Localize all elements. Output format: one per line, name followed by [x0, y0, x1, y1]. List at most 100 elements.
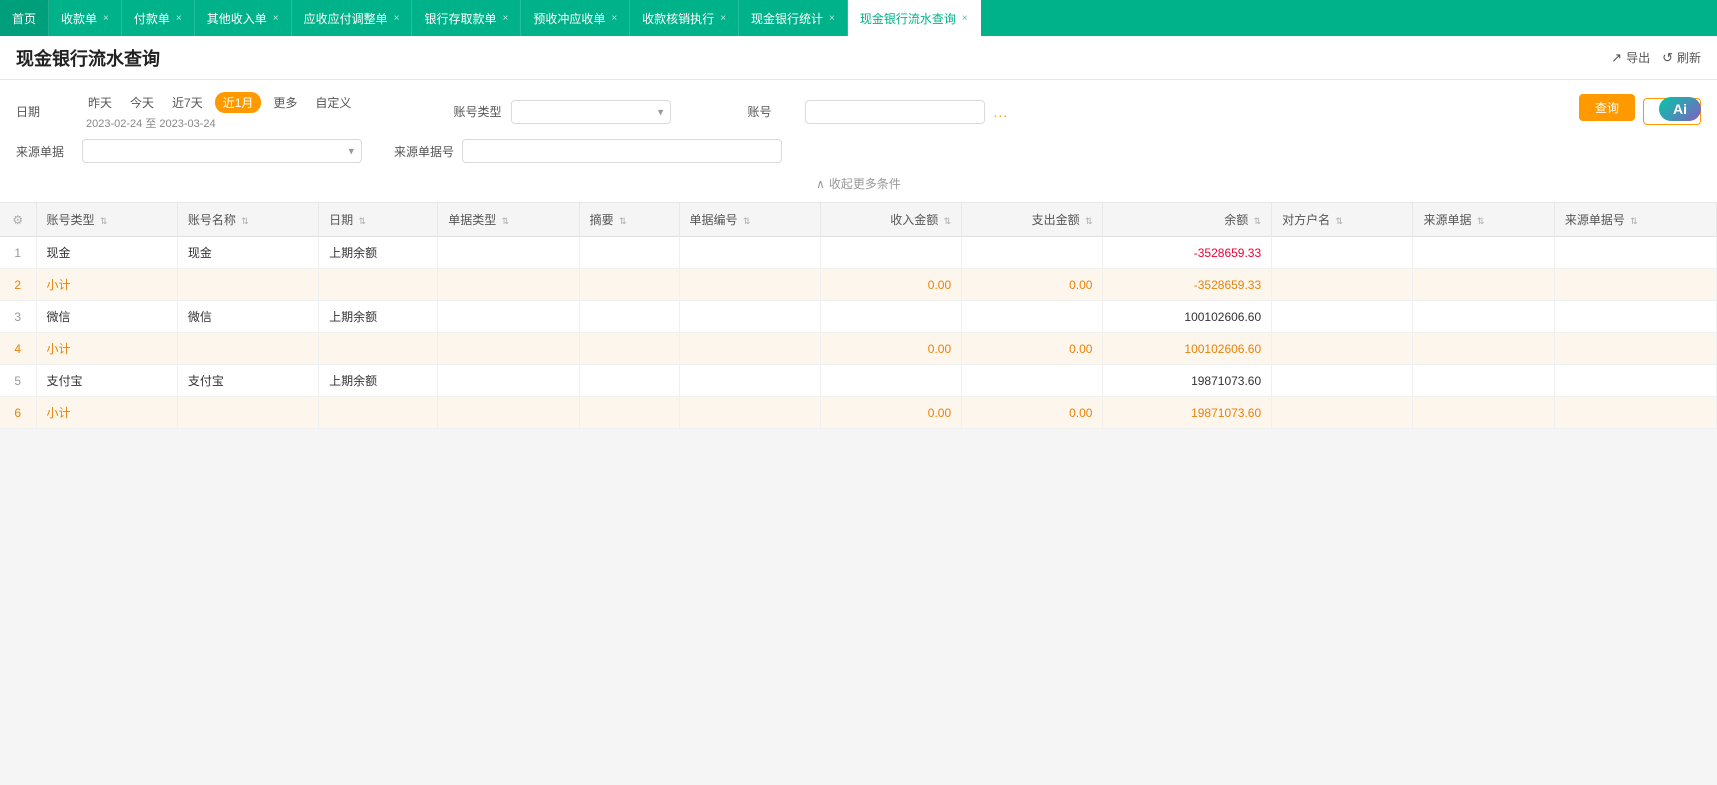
cell-doc-no	[679, 397, 820, 429]
close-icon[interactable]: ×	[720, 13, 726, 24]
account-type-label: 账号类型	[453, 103, 503, 120]
export-icon: ↗	[1611, 50, 1622, 66]
col-doc-type[interactable]: 单据类型 ⇅	[438, 203, 579, 237]
col-source-doc[interactable]: 来源单据 ⇅	[1413, 203, 1554, 237]
date-btn-yesterday[interactable]: 昨天	[82, 92, 118, 113]
nav-tab-cash-bank-stats[interactable]: 现金银行统计 ×	[739, 0, 848, 36]
cell-account-type: 支付宝	[36, 365, 177, 397]
cell-balance: -3528659.33	[1103, 237, 1272, 269]
cell-doc-type	[438, 365, 579, 397]
col-source-doc-no[interactable]: 来源单据号 ⇅	[1554, 203, 1716, 237]
account-type-select-wrapper	[511, 100, 671, 124]
cell-account-name: 现金	[177, 237, 318, 269]
col-counterparty[interactable]: 对方户名 ⇅	[1272, 203, 1413, 237]
query-button[interactable]: 查询	[1579, 94, 1635, 121]
refresh-icon: ↺	[1662, 50, 1673, 66]
col-account-name[interactable]: 账号名称 ⇅	[177, 203, 318, 237]
source-doc-no-input[interactable]	[462, 139, 782, 163]
nav-tab-other-income[interactable]: 其他收入单 ×	[195, 0, 292, 36]
table-body: 1 现金 现金 上期余额 -3528659.33 2 小计 0.00 0.00 …	[0, 237, 1717, 429]
table-row: 4 小计 0.00 0.00 100102606.60	[0, 333, 1717, 365]
close-icon[interactable]: ×	[394, 13, 400, 24]
col-income[interactable]: 收入金额 ⇅	[820, 203, 961, 237]
cell-income: 0.00	[820, 333, 961, 365]
cell-source-doc	[1413, 333, 1554, 365]
sort-icon: ⇅	[1085, 216, 1093, 226]
close-icon[interactable]: ×	[962, 13, 968, 24]
close-icon[interactable]: ×	[611, 13, 617, 24]
close-icon[interactable]: ×	[502, 13, 508, 24]
cell-date: 上期余额	[319, 365, 438, 397]
filter-account: 账号 ...	[747, 100, 1008, 124]
refresh-button[interactable]: ↺ 刷新	[1662, 49, 1701, 66]
sort-icon: ⇅	[1630, 216, 1638, 226]
cell-account-name	[177, 269, 318, 301]
ai-button[interactable]: Ai	[1659, 97, 1701, 121]
cell-income: 0.00	[820, 397, 961, 429]
cell-doc-type	[438, 269, 579, 301]
cell-summary	[579, 365, 679, 397]
sort-icon: ⇅	[1336, 216, 1344, 226]
collapse-icon: ∧	[816, 177, 825, 191]
date-btn-custom[interactable]: 自定义	[309, 92, 357, 113]
sort-icon: ⇅	[241, 216, 249, 226]
source-doc-select[interactable]	[82, 139, 362, 163]
filter-row-date: 日期 昨天 今天 近7天 近1月 更多 自定义 2023-02-24 至 202…	[16, 92, 1563, 131]
filter-row-source: 来源单据 来源单据号	[16, 139, 1563, 163]
cell-account-name	[177, 333, 318, 365]
date-btn-more[interactable]: 更多	[267, 92, 303, 113]
collapse-bar[interactable]: ∧ 收起更多条件	[16, 171, 1701, 194]
col-date[interactable]: 日期 ⇅	[319, 203, 438, 237]
close-icon[interactable]: ×	[273, 13, 279, 24]
date-options: 昨天 今天 近7天 近1月 更多 自定义	[82, 92, 357, 113]
cell-balance: 19871073.60	[1103, 397, 1272, 429]
date-btn-today[interactable]: 今天	[124, 92, 160, 113]
account-type-select[interactable]	[511, 100, 671, 124]
row-number: 3	[0, 301, 36, 333]
close-icon[interactable]: ×	[176, 13, 182, 24]
account-ellipsis-button[interactable]: ...	[993, 104, 1008, 120]
sort-icon: ⇅	[619, 216, 627, 226]
cell-source-doc-no	[1554, 365, 1716, 397]
data-table-wrapper: ⚙ 账号类型 ⇅ 账号名称 ⇅ 日期 ⇅ 单据类型 ⇅	[0, 203, 1717, 429]
col-doc-no[interactable]: 单据编号 ⇅	[679, 203, 820, 237]
source-doc-select-wrapper	[82, 139, 362, 163]
cell-summary	[579, 237, 679, 269]
account-input[interactable]	[805, 100, 985, 124]
col-summary[interactable]: 摘要 ⇅	[579, 203, 679, 237]
cell-source-doc	[1413, 237, 1554, 269]
col-expense[interactable]: 支出金额 ⇅	[962, 203, 1103, 237]
sort-icon: ⇅	[944, 216, 952, 226]
close-icon[interactable]: ×	[829, 13, 835, 24]
close-icon[interactable]: ×	[103, 13, 109, 24]
cell-account-type: 小计	[36, 269, 177, 301]
cell-account-type: 小计	[36, 397, 177, 429]
nav-tab-prepay-offset[interactable]: 预收冲应收单 ×	[521, 0, 630, 36]
cell-expense: 0.00	[962, 397, 1103, 429]
date-label: 日期	[16, 103, 66, 120]
row-number: 5	[0, 365, 36, 397]
cell-summary	[579, 269, 679, 301]
page-header: 现金银行流水查询 ↗ 导出 ↺ 刷新	[0, 36, 1717, 80]
nav-tab-receipt-verify[interactable]: 收款核销执行 ×	[630, 0, 739, 36]
row-number: 2	[0, 269, 36, 301]
col-account-type[interactable]: 账号类型 ⇅	[36, 203, 177, 237]
header-actions: ↗ 导出 ↺ 刷新	[1611, 49, 1701, 66]
export-button[interactable]: ↗ 导出	[1611, 49, 1650, 66]
filter-account-type: 账号类型	[453, 100, 671, 124]
table-row: 5 支付宝 支付宝 上期余额 19871073.60	[0, 365, 1717, 397]
nav-tab-cash-bank-flow[interactable]: 现金银行流水查询 ×	[848, 0, 981, 36]
date-btn-1month[interactable]: 近1月	[215, 92, 262, 113]
cell-source-doc-no	[1554, 397, 1716, 429]
nav-tab-payment[interactable]: 付款单 ×	[122, 0, 195, 36]
col-balance[interactable]: 余额 ⇅	[1103, 203, 1272, 237]
col-gear[interactable]: ⚙	[0, 203, 36, 237]
nav-tab-home[interactable]: 首页	[0, 0, 49, 36]
cell-source-doc-no	[1554, 269, 1716, 301]
page-title: 现金银行流水查询	[16, 45, 160, 71]
nav-tab-adjustment[interactable]: 应收应付调整单 ×	[292, 0, 413, 36]
cell-account-name	[177, 397, 318, 429]
date-btn-7days[interactable]: 近7天	[166, 92, 209, 113]
nav-tab-receipt[interactable]: 收款单 ×	[49, 0, 122, 36]
nav-tab-bank-deposit[interactable]: 银行存取款单 ×	[412, 0, 521, 36]
